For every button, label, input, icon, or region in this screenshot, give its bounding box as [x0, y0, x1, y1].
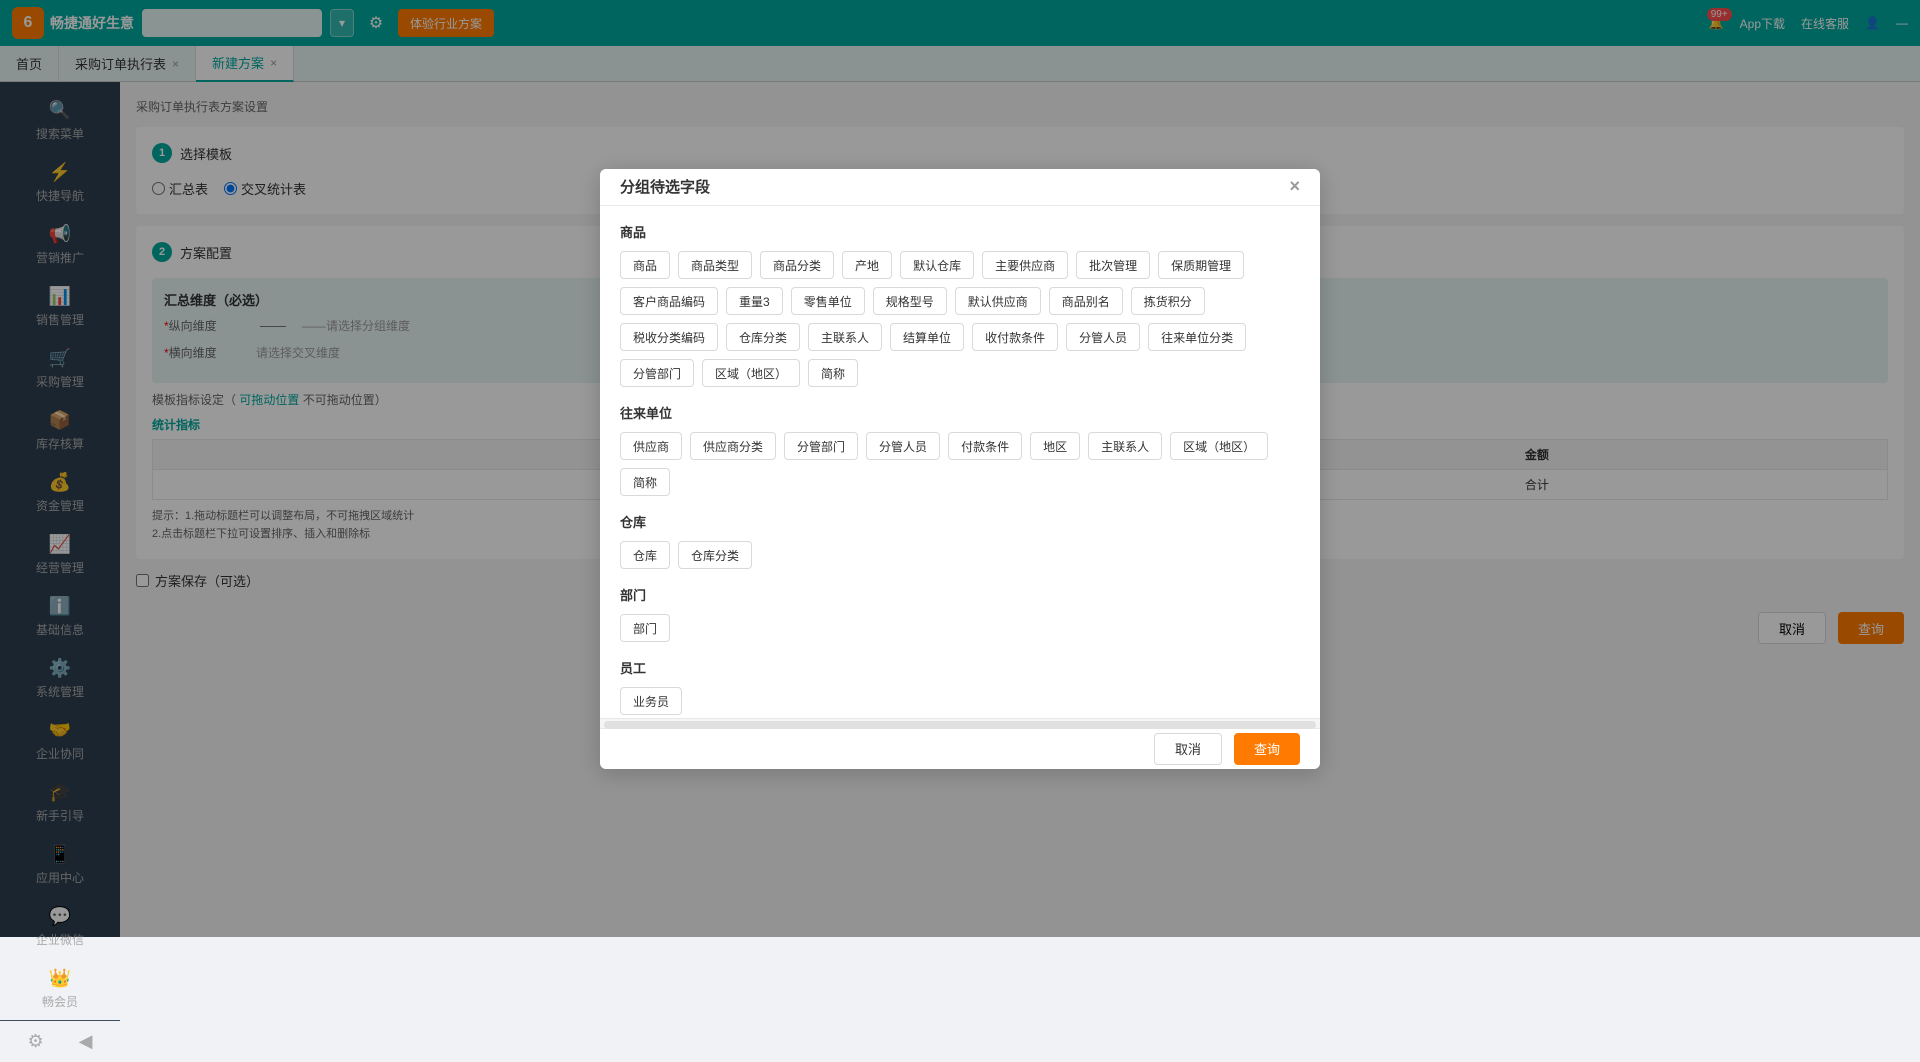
sidebar-item-member-label: 畅会员	[42, 993, 78, 1010]
field-tag-4-0[interactable]: 业务员	[620, 687, 682, 715]
field-tag-0-4[interactable]: 默认仓库	[900, 251, 974, 279]
field-tag-1-7[interactable]: 区域（地区）	[1170, 432, 1268, 460]
modal-section-1: 往来单位供应商供应商分类分管部门分管人员付款条件地区主联系人区域（地区） 简称	[620, 403, 1300, 496]
field-tag-1-4[interactable]: 付款条件	[948, 432, 1022, 460]
section-tags-2: 仓库仓库分类	[620, 541, 1300, 569]
field-tag-0-14[interactable]: 拣货积分	[1131, 287, 1205, 315]
field-tag-0-9[interactable]: 重量3	[726, 287, 783, 315]
field-tag-1-3[interactable]: 分管人员	[866, 432, 940, 460]
field-tag-2-1[interactable]: 仓库分类	[678, 541, 752, 569]
sidebar-bottom: ⚙ ◀	[0, 1020, 120, 1062]
field-tag-1-1[interactable]: 供应商分类	[690, 432, 776, 460]
field-tag-0-19[interactable]: 收付款条件	[972, 323, 1058, 351]
field-tag-0-7[interactable]: 保质期管理	[1158, 251, 1244, 279]
modal-section-3: 部门部门	[620, 585, 1300, 642]
field-tag-0-6[interactable]: 批次管理	[1076, 251, 1150, 279]
field-tag-0-22[interactable]: 分管部门	[620, 359, 694, 387]
field-tag-0-10[interactable]: 零售单位	[791, 287, 865, 315]
modal-section-0: 商品商品商品类型商品分类产地默认仓库主要供应商批次管理保质期管理客户商品编码重量…	[620, 222, 1300, 387]
field-tag-0-11[interactable]: 规格型号	[873, 287, 947, 315]
field-tag-2-0[interactable]: 仓库	[620, 541, 670, 569]
field-tag-0-0[interactable]: 商品	[620, 251, 670, 279]
modal-close-button[interactable]: ×	[1289, 176, 1300, 197]
field-tag-0-13[interactable]: 商品别名	[1049, 287, 1123, 315]
modal-cancel-button[interactable]: 取消	[1154, 733, 1222, 765]
section-title-4: 员工	[620, 658, 1300, 677]
sidebar-collapse-btn[interactable]: ◀	[79, 1031, 93, 1052]
field-tag-1-2[interactable]: 分管部门	[784, 432, 858, 460]
sidebar-item-member[interactable]: 👑 畅会员	[0, 958, 120, 1020]
sidebar-settings-btn[interactable]: ⚙	[28, 1031, 44, 1052]
section-tags-4: 业务员	[620, 687, 1300, 715]
field-tag-1-5[interactable]: 地区	[1030, 432, 1080, 460]
modal-header: 分组待选字段 ×	[600, 169, 1320, 207]
modal-section-2: 仓库仓库仓库分类	[620, 512, 1300, 569]
section-title-1: 往来单位	[620, 403, 1300, 422]
field-tag-0-17[interactable]: 主联系人	[808, 323, 882, 351]
modal-overlay[interactable]: 分组待选字段 × 商品商品商品类型商品分类产地默认仓库主要供应商批次管理保质期管…	[0, 0, 1920, 937]
field-tag-0-24[interactable]: 简称	[808, 359, 858, 387]
field-tag-3-0[interactable]: 部门	[620, 614, 670, 642]
section-title-3: 部门	[620, 585, 1300, 604]
field-tag-0-21[interactable]: 往来单位分类	[1148, 323, 1246, 351]
field-tag-0-2[interactable]: 商品分类	[760, 251, 834, 279]
member-icon: 👑	[49, 968, 71, 989]
modal-confirm-button[interactable]: 查询	[1234, 733, 1300, 765]
section-tags-0: 商品商品类型商品分类产地默认仓库主要供应商批次管理保质期管理客户商品编码重量3 零…	[620, 251, 1300, 387]
section-tags-3: 部门	[620, 614, 1300, 642]
modal-horizontal-scrollbar[interactable]	[600, 718, 1320, 728]
modal-body: 商品商品商品类型商品分类产地默认仓库主要供应商批次管理保质期管理客户商品编码重量…	[600, 206, 1320, 718]
field-tag-0-12[interactable]: 默认供应商	[955, 287, 1041, 315]
field-tag-0-20[interactable]: 分管人员	[1066, 323, 1140, 351]
section-title-0: 商品	[620, 222, 1300, 241]
field-tag-0-1[interactable]: 商品类型	[678, 251, 752, 279]
modal: 分组待选字段 × 商品商品商品类型商品分类产地默认仓库主要供应商批次管理保质期管…	[600, 169, 1320, 769]
field-tag-1-6[interactable]: 主联系人	[1088, 432, 1162, 460]
field-tag-0-18[interactable]: 结算单位	[890, 323, 964, 351]
field-tag-0-8[interactable]: 客户商品编码	[620, 287, 718, 315]
field-tag-1-0[interactable]: 供应商	[620, 432, 682, 460]
field-tag-0-5[interactable]: 主要供应商	[982, 251, 1068, 279]
field-tag-0-16[interactable]: 仓库分类	[726, 323, 800, 351]
field-tag-0-15[interactable]: 税收分类编码	[620, 323, 718, 351]
section-tags-1: 供应商供应商分类分管部门分管人员付款条件地区主联系人区域（地区） 简称	[620, 432, 1300, 496]
modal-section-4: 员工业务员	[620, 658, 1300, 715]
modal-title: 分组待选字段	[620, 176, 710, 197]
section-title-2: 仓库	[620, 512, 1300, 531]
field-tag-1-8[interactable]: 简称	[620, 468, 670, 496]
field-tag-0-3[interactable]: 产地	[842, 251, 892, 279]
field-tag-0-23[interactable]: 区域（地区）	[702, 359, 800, 387]
modal-footer: 取消 查询	[600, 728, 1320, 769]
